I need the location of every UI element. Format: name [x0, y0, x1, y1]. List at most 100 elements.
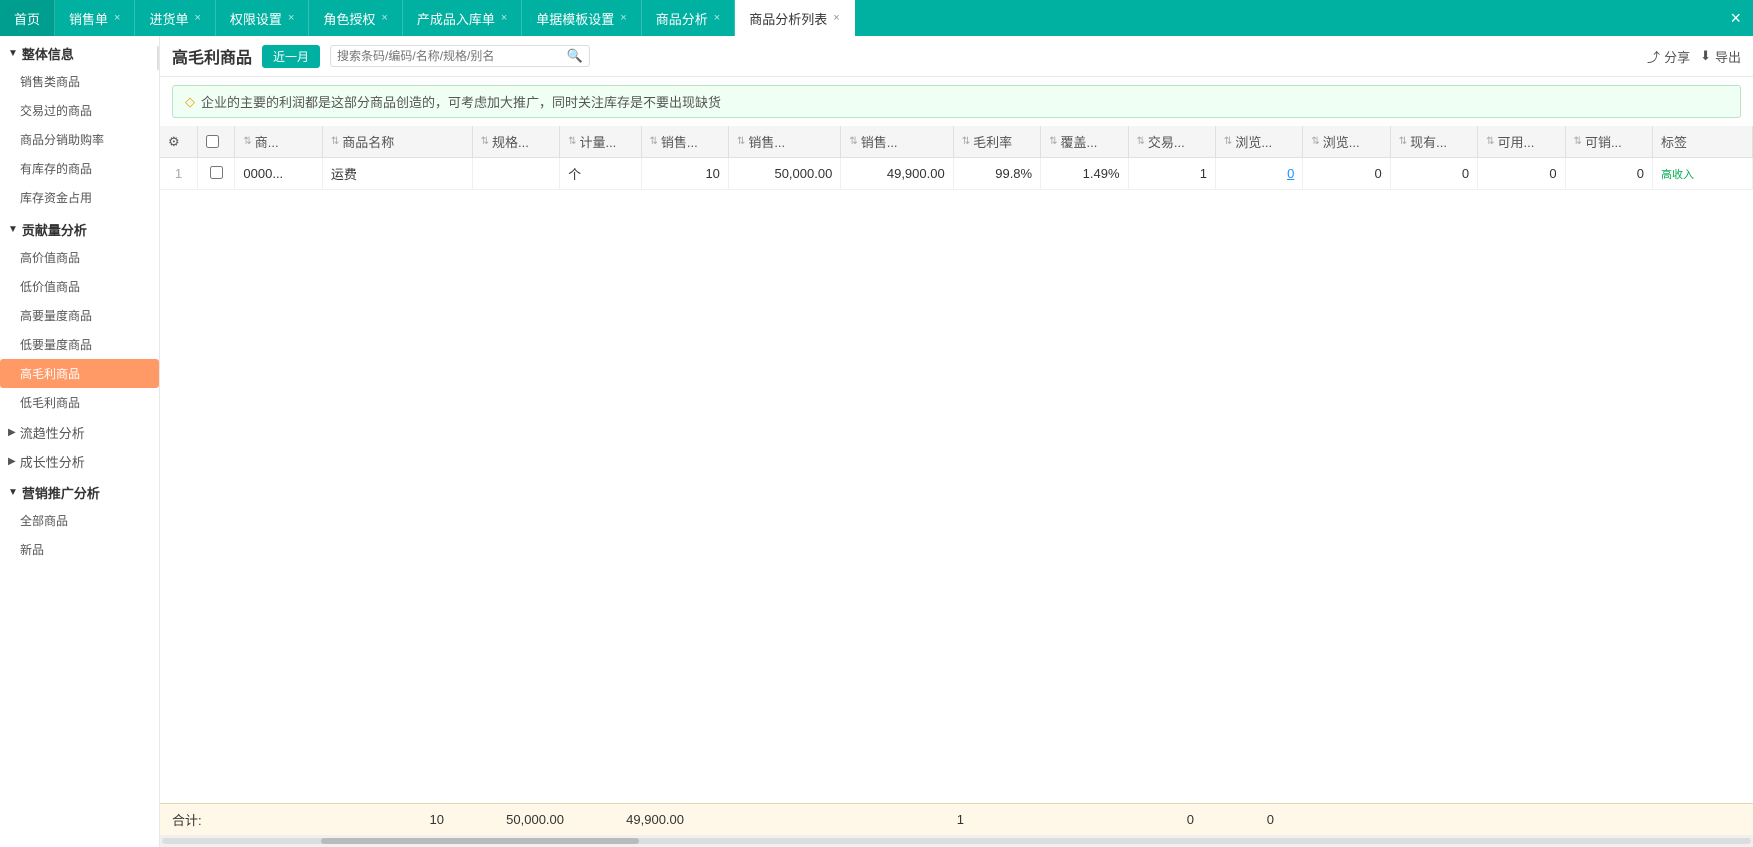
sidebar-toggle-button[interactable]: « [157, 46, 160, 70]
th-sellable[interactable]: ⇅可销... [1565, 126, 1652, 158]
export-icon: ⬇ [1700, 48, 1711, 64]
th-browse2[interactable]: ⇅浏览... [1303, 126, 1390, 158]
footer-spacer [692, 812, 892, 827]
close-icon[interactable]: × [381, 12, 387, 24]
th-coverage[interactable]: ⇅覆盖... [1041, 126, 1128, 158]
th-sales-cost[interactable]: ⇅销售... [841, 126, 953, 158]
nav-tab-template[interactable]: 单据模板设置 × [522, 0, 641, 36]
info-banner: ◇ 企业的主要的利润都是这部分商品创造的，可考虑加大推广，同时关注库存是不要出现… [172, 85, 1741, 118]
nav-tab-role[interactable]: 角色授权 × [309, 0, 402, 36]
header-actions: ⤴ 分享 ⬇ 导出 [1647, 47, 1741, 66]
nav-tab-sales[interactable]: 销售单 × [55, 0, 135, 36]
nav-tab-analysis-list[interactable]: 商品分析列表 × [735, 0, 854, 36]
sidebar-group-marketing[interactable]: ▼ 营销推广分析 [0, 475, 159, 506]
close-icon[interactable]: × [194, 12, 200, 24]
th-name[interactable]: ⇅商品名称 [322, 126, 472, 158]
footer-sales-cost: 49,900.00 [572, 812, 692, 827]
nav-tab-permission[interactable]: 权限设置 × [216, 0, 309, 36]
chevron-right-icon: ▶ [8, 427, 16, 438]
search-input[interactable] [337, 49, 563, 63]
th-spec[interactable]: ⇅规格... [472, 126, 559, 158]
sidebar-item-in-stock[interactable]: 有库存的商品 [0, 154, 159, 183]
sidebar-group-trend[interactable]: ▶ 流趋性分析 [0, 417, 159, 446]
td-gross-rate: 99.8% [953, 158, 1040, 190]
td-available: 0 [1478, 158, 1565, 190]
bottom-scrollbar[interactable] [160, 835, 1753, 847]
th-code[interactable]: ⇅商... [235, 126, 322, 158]
td-sales-amount: 50,000.00 [728, 158, 840, 190]
top-nav: 首页 销售单 × 进货单 × 权限设置 × 角色授权 × 产成品入库单 × 单据… [0, 0, 1753, 36]
td-sales-cost: 49,900.00 [841, 158, 953, 190]
close-icon[interactable]: × [288, 12, 294, 24]
th-trade[interactable]: ⇅交易... [1128, 126, 1215, 158]
th-sales-qty[interactable]: ⇅销售... [641, 126, 728, 158]
filter-recent-month-button[interactable]: 近一月 [262, 45, 320, 68]
th-gross-rate[interactable]: ⇅毛利率 [953, 126, 1040, 158]
sidebar-group-growth[interactable]: ▶ 成长性分析 [0, 446, 159, 475]
td-sellable: 0 [1565, 158, 1652, 190]
nav-tab-home[interactable]: 首页 [0, 0, 55, 36]
td-code: 0000... [235, 158, 322, 190]
browse1-link[interactable]: 0 [1287, 166, 1294, 181]
th-sales-amount[interactable]: ⇅销售... [728, 126, 840, 158]
table-header-row: ⚙ ⇅商... ⇅商品名称 ⇅规格... ⇅计量... ⇅销售... ⇅销售..… [160, 126, 1753, 158]
data-table: ⚙ ⇅商... ⇅商品名称 ⇅规格... ⇅计量... ⇅销售... ⇅销售..… [160, 126, 1753, 190]
sidebar-group-contribution[interactable]: ▼ 贡献量分析 [0, 212, 159, 243]
footer-sales-amount: 50,000.00 [452, 812, 572, 827]
sidebar-item-new-goods[interactable]: 新品 [0, 535, 159, 564]
sidebar-item-all-goods[interactable]: 全部商品 [0, 506, 159, 535]
row-checkbox[interactable] [210, 166, 223, 179]
td-current-stock: 0 [1390, 158, 1477, 190]
sidebar-item-sales-rate[interactable]: 商品分销助购率 [0, 125, 159, 154]
content-header: 高毛利商品 近一月 🔍 ⤴ 分享 ⬇ 导出 [160, 36, 1753, 77]
td-checkbox[interactable] [197, 158, 234, 190]
nav-close-all-button[interactable]: × [1718, 0, 1753, 36]
td-browse2: 0 [1303, 158, 1390, 190]
td-sales-qty: 10 [641, 158, 728, 190]
close-icon[interactable]: × [833, 12, 839, 24]
scrollbar-track[interactable] [162, 838, 1751, 844]
table-container[interactable]: ⚙ ⇅商... ⇅商品名称 ⇅规格... ⇅计量... ⇅销售... ⇅销售..… [160, 126, 1753, 803]
tag-label: 高收入 [1661, 169, 1694, 181]
table-row: 1 0000... 运费 个 10 50,000.00 49,900.00 99… [160, 158, 1753, 190]
td-unit: 个 [560, 158, 641, 190]
th-unit[interactable]: ⇅计量... [560, 126, 641, 158]
sidebar-group-overall[interactable]: ▼ 整体信息 [0, 36, 159, 67]
th-checkbox[interactable] [197, 126, 234, 158]
sidebar-item-high-margin[interactable]: 高毛利商品 [0, 359, 159, 388]
sidebar-item-high-value[interactable]: 高价值商品 [0, 243, 159, 272]
sidebar-item-low-volume[interactable]: 低要量度商品 [0, 330, 159, 359]
chevron-down-icon: ▼ [8, 487, 18, 498]
close-icon[interactable]: × [501, 12, 507, 24]
footer-values: 10 50,000.00 49,900.00 1 0 0 [332, 812, 1741, 827]
th-available[interactable]: ⇅可用... [1478, 126, 1565, 158]
search-icon[interactable]: 🔍 [567, 48, 583, 64]
sidebar-item-low-margin[interactable]: 低毛利商品 [0, 388, 159, 417]
close-icon[interactable]: × [114, 12, 120, 24]
sidebar-item-stock-capital[interactable]: 库存资金占用 [0, 183, 159, 212]
nav-tab-analysis[interactable]: 商品分析 × [642, 0, 735, 36]
th-tag: 标签 [1652, 126, 1752, 158]
scrollbar-thumb[interactable] [321, 838, 639, 844]
close-icon[interactable]: × [620, 12, 626, 24]
th-settings[interactable]: ⚙ [160, 126, 197, 158]
share-icon: ⤴ [1647, 47, 1660, 66]
select-all-checkbox[interactable] [206, 135, 219, 148]
close-icon[interactable]: × [714, 12, 720, 24]
td-browse1[interactable]: 0 [1215, 158, 1302, 190]
td-trade: 1 [1128, 158, 1215, 190]
export-button[interactable]: ⬇ 导出 [1700, 47, 1741, 66]
sidebar-item-traded-goods[interactable]: 交易过的商品 [0, 96, 159, 125]
th-current-stock[interactable]: ⇅现有... [1390, 126, 1477, 158]
nav-tab-product-in[interactable]: 产成品入库单 × [403, 0, 522, 36]
sidebar-item-high-volume[interactable]: 高要量度商品 [0, 301, 159, 330]
td-row-num: 1 [160, 158, 197, 190]
td-tag: 高收入 [1652, 158, 1752, 190]
sidebar-item-sales-goods[interactable]: 销售类商品 [0, 67, 159, 96]
sidebar-item-low-value[interactable]: 低价值商品 [0, 272, 159, 301]
nav-tab-purchase[interactable]: 进货单 × [135, 0, 215, 36]
th-browse1[interactable]: ⇅浏览... [1215, 126, 1302, 158]
chevron-down-icon: ▼ [8, 48, 18, 59]
share-button[interactable]: ⤴ 分享 [1647, 47, 1690, 66]
search-box: 🔍 [330, 45, 590, 67]
